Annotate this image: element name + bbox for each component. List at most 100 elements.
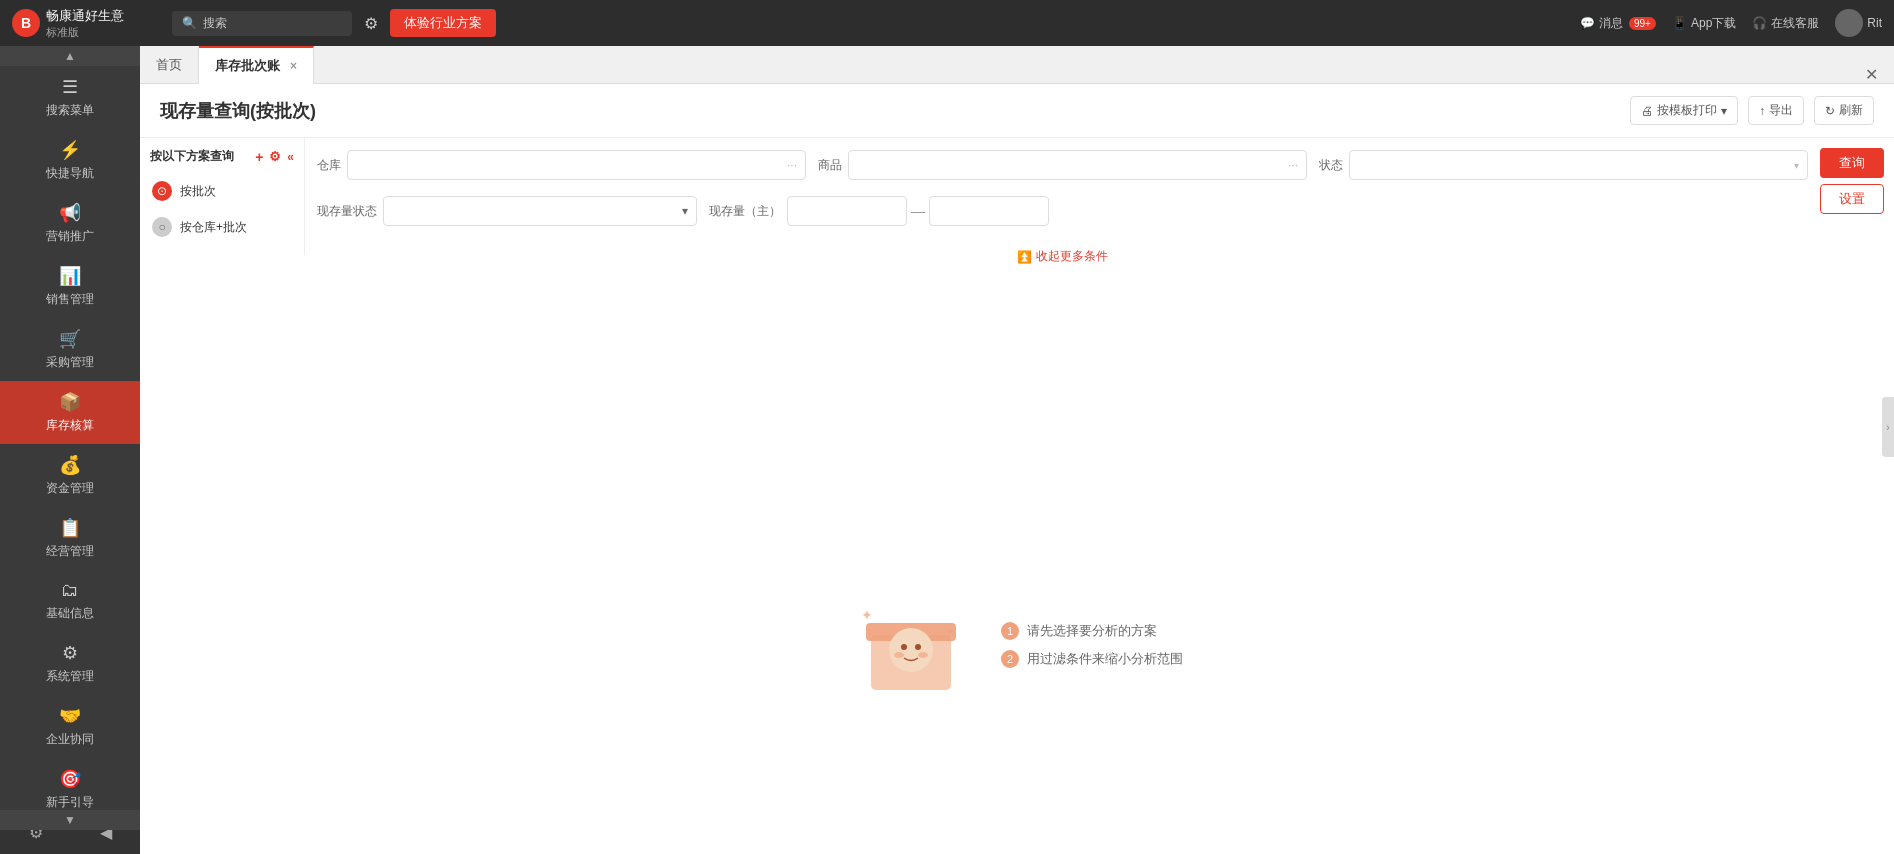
app-title: 畅康通好生意 [46,7,124,25]
phone-icon: 📱 [1672,16,1687,30]
step1-text: 请先选择要分析的方案 [1027,622,1157,640]
scheme-by-batch[interactable]: ⊙ 按批次 [140,173,304,209]
status-input[interactable]: ▾ [1349,150,1808,180]
inventory-status-input[interactable]: ▾ [383,196,697,226]
search-menu-icon: ☰ [62,76,78,98]
sidebar-item-operations[interactable]: 📋 经营管理 [0,507,140,570]
headset-icon: 🎧 [1752,16,1767,30]
add-scheme-icon[interactable]: + [255,149,263,165]
svg-point-5 [894,652,904,658]
sidebar-item-label: 企业协同 [46,731,94,748]
tab-home[interactable]: 首页 [140,46,199,84]
settings-scheme-icon[interactable]: ⚙ [269,149,281,164]
empty-illustration: ✦ ✦ [851,585,971,705]
status-field: 状态 ▾ [1319,150,1808,180]
query-button[interactable]: 查询 [1820,148,1884,178]
print-button[interactable]: 🖨 按模板打印 ▾ [1630,96,1738,125]
online-service-label: 在线客服 [1771,15,1819,32]
collapse-button[interactable]: ⏫ 收起更多条件 [305,242,1820,271]
sidebar-scroll-down[interactable]: ▼ [0,810,140,830]
message-button[interactable]: 💬 消息 99+ [1580,15,1656,32]
sidebar-item-finance[interactable]: 💰 资金管理 [0,444,140,507]
app-download-button[interactable]: 📱 App下载 [1672,15,1736,32]
inventory-icon: 📦 [59,391,81,413]
svg-point-4 [915,644,921,650]
empty-step2: 2 用过滤条件来缩小分析范围 [1001,650,1183,668]
gear-icon[interactable]: ⚙ [360,10,382,37]
settings-button[interactable]: 设置 [1820,184,1884,214]
online-service-button[interactable]: 🎧 在线客服 [1752,15,1819,32]
main-layout: ▲ ☰ 搜索菜单 ⚡ 快捷导航 📢 营销推广 📊 销售管理 🛒 采购管理 [0,46,1894,854]
main-close-icon[interactable]: ✕ [1865,64,1878,83]
sidebar-item-label: 系统管理 [46,668,94,685]
refresh-button[interactable]: ↻ 刷新 [1814,96,1874,125]
inventory-status-label: 现存量状态 [317,203,377,220]
svg-text:✦: ✦ [946,626,954,637]
logo-icon: B [12,9,40,37]
sidebar: ▲ ☰ 搜索菜单 ⚡ 快捷导航 📢 营销推广 📊 销售管理 🛒 采购管理 [0,46,140,854]
filter-scheme-sidebar: 按以下方案查询 + ⚙ « ⊙ 按批次 ○ [140,138,305,255]
sidebar-item-label: 营销推广 [46,228,94,245]
filter-row-1: 仓库 ··· 商品 ··· [305,138,1820,186]
sales-icon: 📊 [59,265,81,287]
sidebar-item-purchase[interactable]: 🛒 采购管理 [0,318,140,381]
export-button[interactable]: ↑ 导出 [1748,96,1804,125]
page-header: 现存量查询(按批次) 🖨 按模板打印 ▾ ↑ 导出 ↻ 刷新 [140,84,1894,138]
system-icon: ⚙ [62,642,78,664]
filter-sidebar-title: 按以下方案查询 [150,148,234,165]
sidebar-item-marketing[interactable]: 📢 营销推广 [0,192,140,255]
topbar-right: 💬 消息 99+ 📱 App下载 🎧 在线客服 Rit [1580,9,1882,37]
inventory-main-label: 现存量（主） [709,203,781,220]
guide-icon: 🎯 [59,768,81,790]
topbar: B 畅康通好生意 标准版 🔍 搜索 ⚙ 体验行业方案 💬 消息 99+ 📱 Ap… [0,0,1894,46]
scheme-icon-gray: ○ [152,217,172,237]
content-area: 首页 库存批次账 × ✕ 现存量查询(按批次) 🖨 按模板打印 ▾ [140,46,1894,854]
sidebar-item-quick-nav[interactable]: ⚡ 快捷导航 [0,129,140,192]
filter-fields-area: 仓库 ··· 商品 ··· [305,138,1820,271]
app-download-label: App下载 [1691,15,1736,32]
sidebar-item-basic-info[interactable]: 🗂 基础信息 [0,570,140,632]
finance-icon: 💰 [59,454,81,476]
product-label: 商品 [818,157,842,174]
warehouse-input[interactable]: ··· [347,150,806,180]
empty-text: 1 请先选择要分析的方案 2 用过滤条件来缩小分析范围 [1001,622,1183,668]
user-avatar[interactable]: Rit [1835,9,1882,37]
warehouse-field: 仓库 ··· [317,150,806,180]
scheme-icon: ⊙ [152,181,172,201]
trial-button[interactable]: 体验行业方案 [390,9,496,37]
sidebar-item-label: 库存核算 [46,417,94,434]
filter-content-wrapper: 按以下方案查询 + ⚙ « ⊙ 按批次 ○ [140,138,1894,436]
refresh-icon: ↻ [1825,104,1835,118]
right-panel-toggle[interactable]: › [1882,397,1894,457]
sidebar-scroll-up[interactable]: ▲ [0,46,140,66]
product-field: 商品 ··· [818,150,1307,180]
print-dropdown-icon: ▾ [1721,104,1727,118]
message-label: 消息 [1599,15,1623,32]
scheme-by-warehouse-batch[interactable]: ○ 按仓库+批次 [140,209,304,245]
collapse-scheme-icon[interactable]: « [287,150,294,164]
tab-inventory-batch[interactable]: 库存批次账 × [199,46,314,84]
message-badge: 99+ [1629,17,1656,30]
sidebar-item-enterprise[interactable]: 🤝 企业协同 [0,695,140,758]
empty-step1: 1 请先选择要分析的方案 [1001,622,1183,640]
tab-close-icon[interactable]: × [290,59,297,73]
sidebar-item-label: 销售管理 [46,291,94,308]
inventory-main-field: 现存量（主） — [709,196,1808,226]
sidebar-item-system[interactable]: ⚙ 系统管理 [0,632,140,695]
step2-text: 用过滤条件来缩小分析范围 [1027,650,1183,668]
inventory-main-from[interactable] [787,196,907,226]
export-icon: ↑ [1759,104,1765,118]
sidebar-item-label: 资金管理 [46,480,94,497]
sidebar-item-label: 基础信息 [46,605,94,622]
search-bar[interactable]: 🔍 搜索 [172,11,352,36]
svg-point-3 [901,644,907,650]
collapse-up-icon: ⏫ [1017,250,1032,264]
filter-row-2: 现存量状态 ▾ 现存量（主） — [305,196,1820,232]
sidebar-item-search-menu[interactable]: ☰ 搜索菜单 [0,66,140,129]
status-label: 状态 [1319,157,1343,174]
sidebar-item-sales[interactable]: 📊 销售管理 [0,255,140,318]
marketing-icon: 📢 [59,202,81,224]
product-input[interactable]: ··· [848,150,1307,180]
sidebar-item-inventory[interactable]: 📦 库存核算 [0,381,140,444]
inventory-main-to[interactable] [929,196,1049,226]
